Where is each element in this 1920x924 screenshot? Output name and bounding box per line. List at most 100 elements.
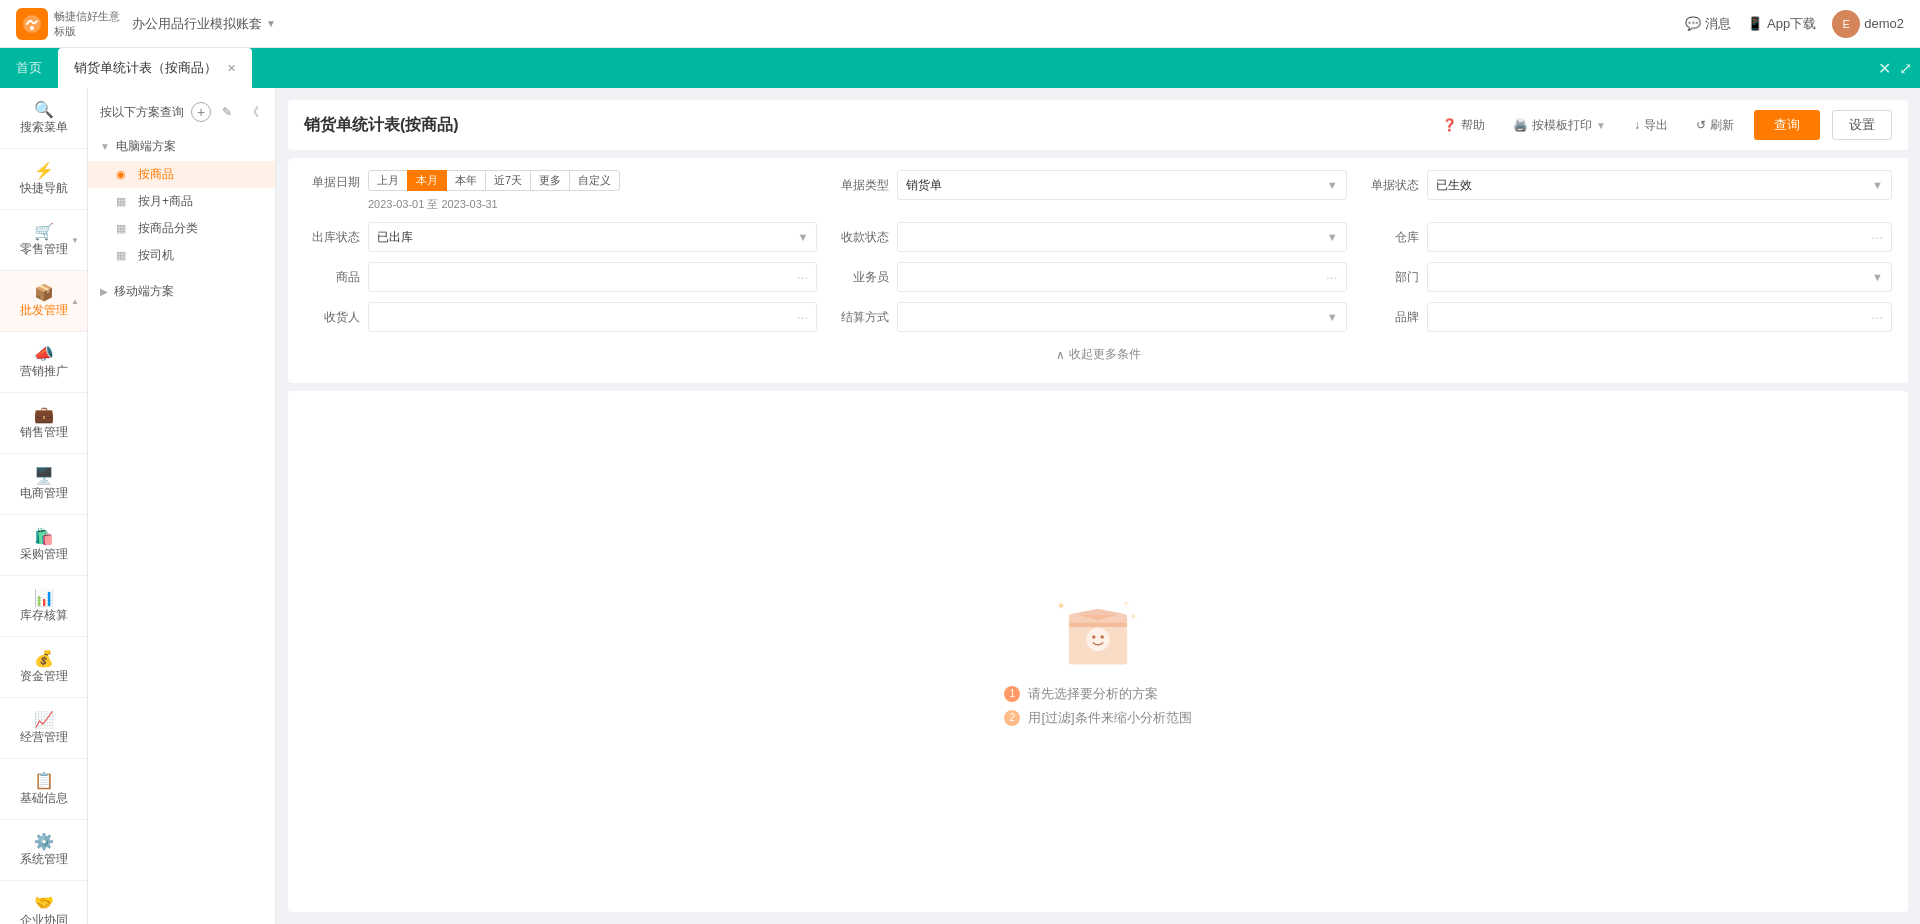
workspace-chevron-icon: ▼ xyxy=(266,18,276,29)
export-btn[interactable]: ↓ 导出 xyxy=(1626,113,1676,138)
date-tab-current-year[interactable]: 本年 xyxy=(446,170,486,191)
collapse-panel-btn[interactable]: 《 xyxy=(243,102,263,122)
tab-maximize-icon[interactable]: ⤢ xyxy=(1899,59,1912,78)
brand-cell: 品牌 ··· xyxy=(1363,302,1892,332)
content-area: 按以下方案查询 + ✎ 《 ▼ 电脑端方案 ◉ 按商品 ▦ xyxy=(88,88,1920,924)
tab-close-icon[interactable]: ✕ xyxy=(227,62,236,75)
product-select[interactable]: ··· xyxy=(368,262,817,292)
salesperson-label: 业务员 xyxy=(833,269,889,286)
app-download-action[interactable]: 📱 App下载 xyxy=(1747,15,1816,33)
recipient-select[interactable]: ··· xyxy=(368,302,817,332)
tip-num-1: 1 xyxy=(1004,686,1020,702)
payment-chevron-icon: ▼ xyxy=(1327,311,1338,323)
warehouse-select[interactable]: ··· xyxy=(1427,222,1892,252)
doc-type-cell: 单据类型 销货单 ▼ xyxy=(833,170,1362,200)
refresh-icon: ↺ xyxy=(1696,118,1706,132)
tip-num-2: 2 xyxy=(1004,710,1020,726)
brand-label: 品牌 xyxy=(1363,309,1419,326)
edit-scheme-btn[interactable]: ✎ xyxy=(217,102,237,122)
date-tab-current-month[interactable]: 本月 xyxy=(407,170,447,191)
sidebar-item-search[interactable]: 🔍 搜索菜单 xyxy=(0,88,87,149)
user-area[interactable]: E demo2 xyxy=(1832,10,1904,38)
download-icon: 📱 xyxy=(1747,16,1763,31)
print-btn[interactable]: 🖨️ 按模板打印 ▼ xyxy=(1505,113,1614,138)
tab-home[interactable]: 首页 xyxy=(0,48,58,88)
workspace-selector[interactable]: 办公用品行业模拟账套 ▼ xyxy=(132,15,276,33)
brand-select[interactable]: ··· xyxy=(1427,302,1892,332)
sidebar-item-sales[interactable]: 💼 销售管理 xyxy=(0,393,87,454)
logo-icon xyxy=(16,8,48,40)
doc-status-label: 单据状态 xyxy=(1363,177,1419,194)
receipt-status-select[interactable]: ▼ xyxy=(897,222,1346,252)
svg-text:✦: ✦ xyxy=(1123,600,1129,607)
avatar: E xyxy=(1832,10,1860,38)
date-tab-last7days[interactable]: 近7天 xyxy=(485,170,531,191)
settings-button[interactable]: 设置 xyxy=(1832,110,1892,140)
tab-bar: 首页 销货单统计表（按商品） ✕ ✕ ⤢ xyxy=(0,48,1920,88)
refresh-btn[interactable]: ↺ 刷新 xyxy=(1688,113,1742,138)
payment-select[interactable]: ▼ xyxy=(897,302,1346,332)
filter-panel: 单据日期 上月 本月 本年 近7天 更多 自定义 2023-03-01 至 20… xyxy=(288,158,1908,383)
doc-type-label: 单据类型 xyxy=(833,177,889,194)
sidebar-item-inventory[interactable]: 📊 库存核算 xyxy=(0,576,87,637)
page-actions: ❓ 帮助 🖨️ 按模板打印 ▼ ↓ 导出 ↺ 刷新 xyxy=(1434,110,1892,140)
sidebar-item-quicknav[interactable]: ⚡ 快捷导航 xyxy=(0,149,87,210)
date-filter-cell: 单据日期 上月 本月 本年 近7天 更多 自定义 2023-03-01 至 20… xyxy=(304,170,833,212)
logo-area: 畅捷信好生意 标版 xyxy=(16,8,120,40)
add-scheme-btn[interactable]: + xyxy=(191,102,211,122)
date-range: 2023-03-01 至 2023-03-31 xyxy=(368,197,817,212)
sidebar-item-cooperation[interactable]: 🤝 企业协同 xyxy=(0,881,87,924)
message-action[interactable]: 💬 消息 xyxy=(1685,15,1731,33)
top-nav-left: 畅捷信好生意 标版 办公用品行业模拟账套 ▼ xyxy=(16,8,276,40)
department-label: 部门 xyxy=(1363,269,1419,286)
left-panel-header: 按以下方案查询 + ✎ 《 xyxy=(88,96,275,128)
doc-status-select[interactable]: 已生效 ▼ xyxy=(1427,170,1892,200)
tree-child-by-month-product[interactable]: ▦ 按月+商品 xyxy=(88,188,275,215)
message-icon: 💬 xyxy=(1685,16,1701,31)
doc-type-select[interactable]: 销货单 ▼ xyxy=(897,170,1346,200)
query-button[interactable]: 查询 xyxy=(1754,110,1820,140)
date-tab-custom[interactable]: 自定义 xyxy=(569,170,620,191)
sidebar-item-finance[interactable]: 💰 资金管理 xyxy=(0,637,87,698)
sidebar-item-marketing[interactable]: 📣 营销推广 xyxy=(0,332,87,393)
sidebar-item-ecommerce[interactable]: 🖥️ 电商管理 xyxy=(0,454,87,515)
date-tab-more[interactable]: 更多 xyxy=(530,170,570,191)
tree-node-desktop[interactable]: ▼ 电脑端方案 xyxy=(88,132,275,161)
salesperson-dots-icon: ··· xyxy=(1326,269,1338,285)
doc-status-cell: 单据状态 已生效 ▼ xyxy=(1363,170,1892,200)
collapse-row[interactable]: ∧ 收起更多条件 xyxy=(304,338,1892,371)
department-select[interactable]: ▼ xyxy=(1427,262,1892,292)
print-chevron-icon: ▼ xyxy=(1596,120,1606,131)
tree-child-by-product[interactable]: ◉ 按商品 xyxy=(88,161,275,188)
warehouse-label: 仓库 xyxy=(1363,229,1419,246)
sidebar-item-system[interactable]: ⚙️ 系统管理 xyxy=(0,820,87,881)
tree-child-by-cashier[interactable]: ▦ 按司机 xyxy=(88,242,275,269)
sidebar-item-purchase[interactable]: 🛍️ 采购管理 xyxy=(0,515,87,576)
svg-point-6 xyxy=(1101,635,1104,638)
recipient-label: 收货人 xyxy=(304,309,360,326)
out-status-select[interactable]: 已出库 ▼ xyxy=(368,222,817,252)
tree-child-by-category[interactable]: ▦ 按商品分类 xyxy=(88,215,275,242)
sidebar-item-wholesale[interactable]: 📦 批发管理 xyxy=(0,271,87,332)
export-icon: ↓ xyxy=(1634,118,1640,132)
help-icon: ❓ xyxy=(1442,118,1457,132)
tab-close-all-icon[interactable]: ✕ xyxy=(1878,59,1891,78)
department-chevron-icon: ▼ xyxy=(1872,271,1883,283)
svg-point-4 xyxy=(1086,627,1109,650)
sidebar-item-operations[interactable]: 📈 经营管理 xyxy=(0,698,87,759)
tab-bar-end: ✕ ⤢ xyxy=(1878,59,1920,78)
empty-state: ✦ ✦ ✦ 1 请先选择要分析的方案 2 用[过滤]条件来缩小分析范围 xyxy=(288,391,1908,912)
expand-icon: ▼ xyxy=(100,141,110,152)
date-tab-last-month[interactable]: 上月 xyxy=(368,170,408,191)
receipt-status-chevron-icon: ▼ xyxy=(1327,231,1338,243)
salesperson-select[interactable]: ··· xyxy=(897,262,1346,292)
tab-report[interactable]: 销货单统计表（按商品） ✕ xyxy=(58,48,252,88)
expand-icon-mobile: ▶ xyxy=(100,286,108,297)
top-nav: 畅捷信好生意 标版 办公用品行业模拟账套 ▼ 💬 消息 📱 App下载 E de… xyxy=(0,0,1920,48)
product-cell: 商品 ··· xyxy=(304,262,833,292)
svg-point-0 xyxy=(23,15,41,33)
tree-node-mobile[interactable]: ▶ 移动端方案 xyxy=(88,277,275,306)
sidebar-item-retail[interactable]: 🛒 零售管理 xyxy=(0,210,87,271)
help-btn[interactable]: ❓ 帮助 xyxy=(1434,113,1493,138)
sidebar-item-basic[interactable]: 📋 基础信息 xyxy=(0,759,87,820)
